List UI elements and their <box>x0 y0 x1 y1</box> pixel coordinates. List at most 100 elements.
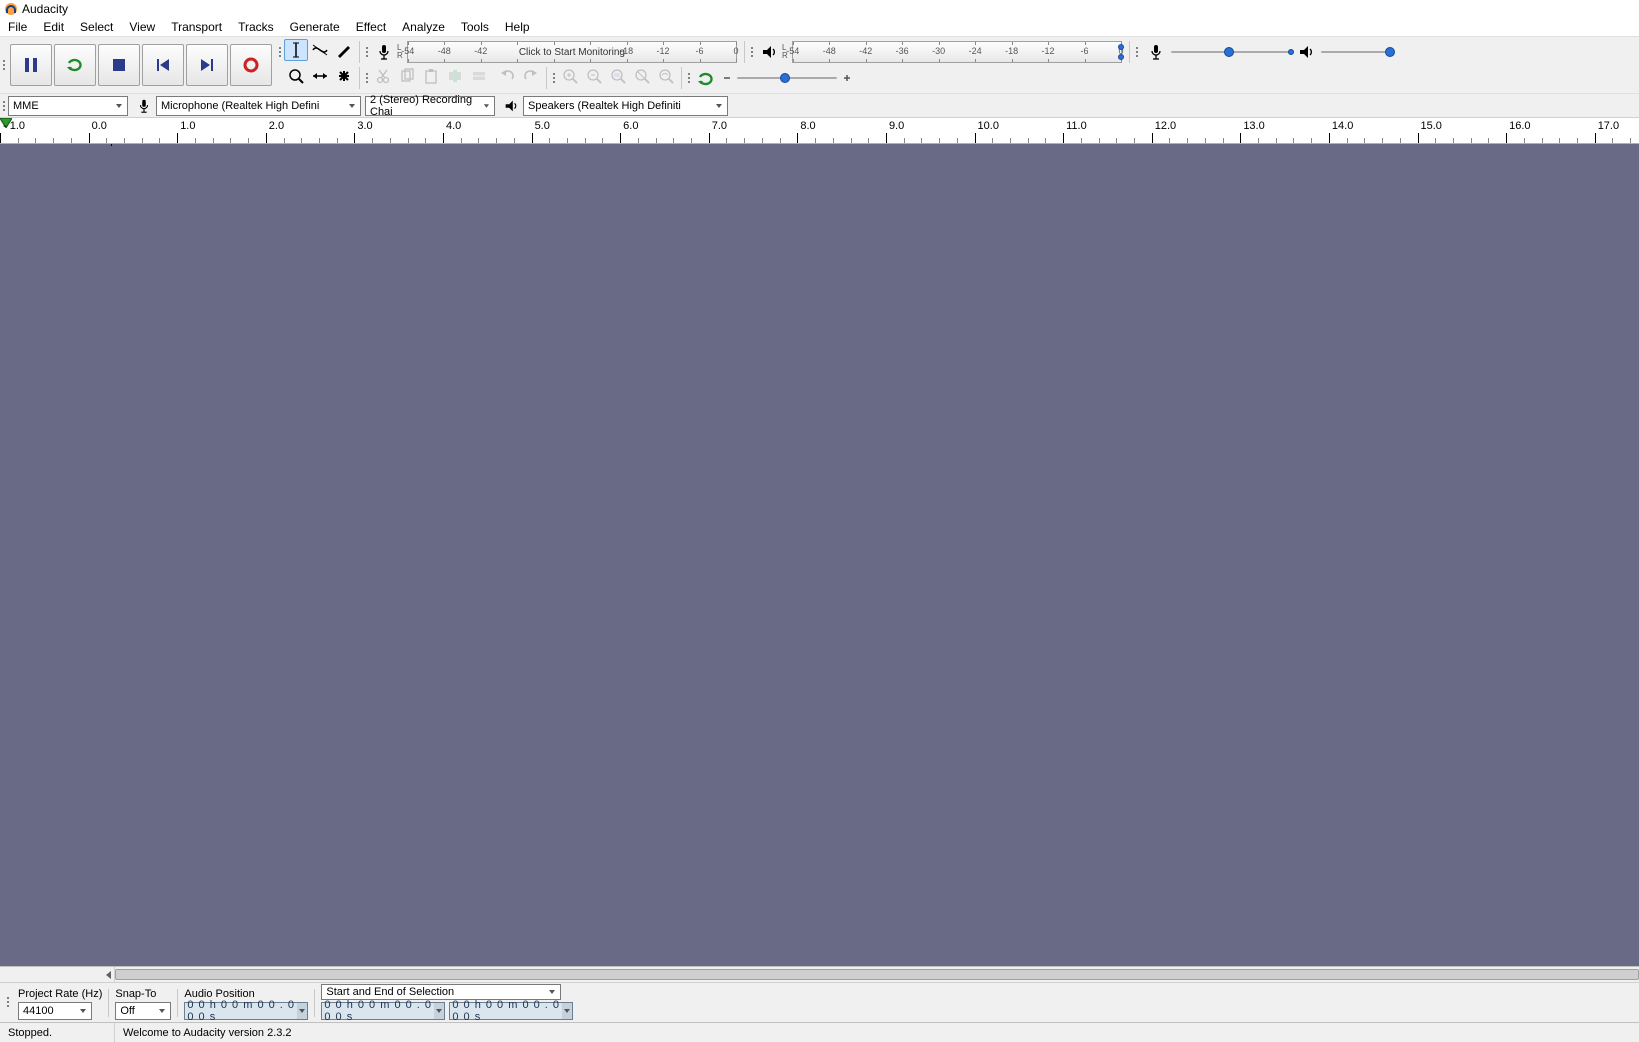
fit-selection-button[interactable] <box>606 65 630 87</box>
chevron-down-icon <box>348 102 356 110</box>
track-area[interactable] <box>0 144 1639 966</box>
ruler-label: 17.0 <box>1598 120 1619 132</box>
toolbar-grip[interactable] <box>1133 39 1141 65</box>
horizontal-scrollbar[interactable] <box>0 966 1639 982</box>
redo-button[interactable] <box>519 65 543 87</box>
meter-tick-label: -6 <box>1081 46 1089 56</box>
chevron-down-icon <box>115 102 123 110</box>
scroll-left-icon[interactable] <box>104 969 114 981</box>
menu-select[interactable]: Select <box>72 19 121 35</box>
undo-button[interactable] <box>495 65 519 87</box>
playback-meter[interactable]: -54-48-42-36-30-24-18-12-60 <box>792 41 1122 63</box>
toolbar-grip[interactable] <box>4 984 12 1020</box>
snap-to-combo[interactable]: Off <box>115 1002 171 1020</box>
menu-view[interactable]: View <box>121 19 163 35</box>
meter-tick-label: -6 <box>696 46 704 56</box>
meter-tick-label: 0 <box>733 46 738 56</box>
menu-edit[interactable]: Edit <box>35 19 72 35</box>
recording-device-combo[interactable]: Microphone (Realtek High Defini <box>156 96 361 116</box>
tools-toolbar-row2 <box>284 65 356 91</box>
speaker-icon <box>499 98 523 114</box>
playback-speed-slider[interactable] <box>737 68 837 88</box>
ruler-label: 1.0 <box>180 120 195 132</box>
toolbar-grip[interactable] <box>276 39 284 65</box>
menu-transport[interactable]: Transport <box>163 19 230 35</box>
playback-volume-slider[interactable] <box>1321 42 1391 62</box>
stop-button[interactable] <box>98 44 140 86</box>
project-rate-combo[interactable]: 44100 <box>18 1002 92 1020</box>
chevron-down-icon[interactable] <box>297 1003 307 1019</box>
ruler-label: 16.0 <box>1509 120 1530 132</box>
meter-tick-label: -48 <box>823 46 836 56</box>
chevron-down-icon[interactable] <box>562 1003 572 1019</box>
audio-host-combo[interactable]: MME <box>8 96 128 116</box>
toolbar-grip[interactable] <box>748 39 756 65</box>
recording-channels-value: 2 (Stereo) Recording Chai <box>370 94 479 118</box>
multi-tool[interactable] <box>332 65 356 87</box>
paste-button[interactable] <box>419 65 443 87</box>
project-rate-label: Project Rate (Hz) <box>18 988 102 1000</box>
menu-tools[interactable]: Tools <box>453 19 497 35</box>
playback-device-value: Speakers (Realtek High Definiti <box>528 100 681 112</box>
chevron-down-icon <box>715 102 723 110</box>
skip-start-button[interactable] <box>142 44 184 86</box>
menu-effect[interactable]: Effect <box>348 19 394 35</box>
chevron-down-icon <box>79 1007 87 1015</box>
toolbar-grip[interactable] <box>0 101 8 111</box>
zoom-tool[interactable] <box>284 65 308 87</box>
menu-tracks[interactable]: Tracks <box>230 19 282 35</box>
record-button[interactable] <box>230 44 272 86</box>
recording-meter[interactable]: Click to Start Monitoring -54-48-42-18-1… <box>407 41 737 63</box>
menu-file[interactable]: File <box>0 19 35 35</box>
skip-end-button[interactable] <box>186 44 228 86</box>
chevron-down-icon <box>158 1007 166 1015</box>
toolbar-grip[interactable] <box>363 39 371 65</box>
ruler-label: 14.0 <box>1332 120 1353 132</box>
zoom-toggle-button[interactable] <box>654 65 678 87</box>
toolbar-grip[interactable] <box>363 65 371 91</box>
menu-analyze[interactable]: Analyze <box>394 19 453 35</box>
timeshift-tool[interactable] <box>308 65 332 87</box>
timeline-ruler[interactable]: - 1.00.01.02.03.04.05.06.07.08.09.010.01… <box>0 118 1639 144</box>
recording-device-value: Microphone (Realtek High Defini <box>161 100 319 112</box>
envelope-tool[interactable] <box>308 39 332 61</box>
snap-to-label: Snap-To <box>115 988 171 1000</box>
recording-channels-combo[interactable]: 2 (Stereo) Recording Chai <box>365 96 495 116</box>
trim-button[interactable] <box>443 65 467 87</box>
recording-meter-group: LR Click to Start Monitoring -54-48-42-1… <box>371 39 741 65</box>
audio-position-field[interactable]: 0 0 h 0 0 m 0 0 . 0 0 0 s <box>184 1002 308 1020</box>
cut-button[interactable] <box>371 65 395 87</box>
status-bar: Stopped. Welcome to Audacity version 2.3… <box>0 1022 1639 1042</box>
playback-device-combo[interactable]: Speakers (Realtek High Definiti <box>523 96 728 116</box>
play-button[interactable] <box>54 44 96 86</box>
ruler-label: 10.0 <box>978 120 999 132</box>
silence-button[interactable] <box>467 65 491 87</box>
speaker-icon[interactable] <box>760 43 778 61</box>
audio-position-value: 0 0 h 0 0 m 0 0 . 0 0 0 s <box>187 999 305 1023</box>
mic-icon[interactable] <box>375 43 393 61</box>
status-message: Welcome to Audacity version 2.3.2 <box>115 1023 1639 1042</box>
selection-tool[interactable] <box>284 39 308 61</box>
recording-volume-slider[interactable] <box>1171 42 1291 62</box>
menu-generate[interactable]: Generate <box>282 19 348 35</box>
fit-project-button[interactable] <box>630 65 654 87</box>
selection-mode-combo[interactable]: Start and End of Selection <box>321 984 561 1000</box>
title-bar: Audacity <box>0 0 1639 18</box>
chevron-down-icon <box>483 102 490 110</box>
zoom-in-button[interactable] <box>558 65 582 87</box>
toolbar-grip[interactable] <box>685 65 693 91</box>
zoom-out-button[interactable] <box>582 65 606 87</box>
selection-end-field[interactable]: 0 0 h 0 0 m 0 0 . 0 0 0 s <box>449 1002 573 1020</box>
chevron-down-icon[interactable] <box>434 1003 444 1019</box>
mic-icon <box>1147 43 1165 61</box>
selection-start-field[interactable]: 0 0 h 0 0 m 0 0 . 0 0 0 s <box>321 1002 445 1020</box>
ruler-label: 12.0 <box>1155 120 1176 132</box>
toolbar-grip[interactable] <box>550 65 558 91</box>
meter-tick-label: -30 <box>932 46 945 56</box>
play-at-speed-button[interactable] <box>693 67 717 89</box>
menu-help[interactable]: Help <box>497 19 538 35</box>
pause-button[interactable] <box>10 44 52 86</box>
draw-tool[interactable] <box>332 39 356 61</box>
toolbar-grip[interactable] <box>0 39 8 91</box>
copy-button[interactable] <box>395 65 419 87</box>
